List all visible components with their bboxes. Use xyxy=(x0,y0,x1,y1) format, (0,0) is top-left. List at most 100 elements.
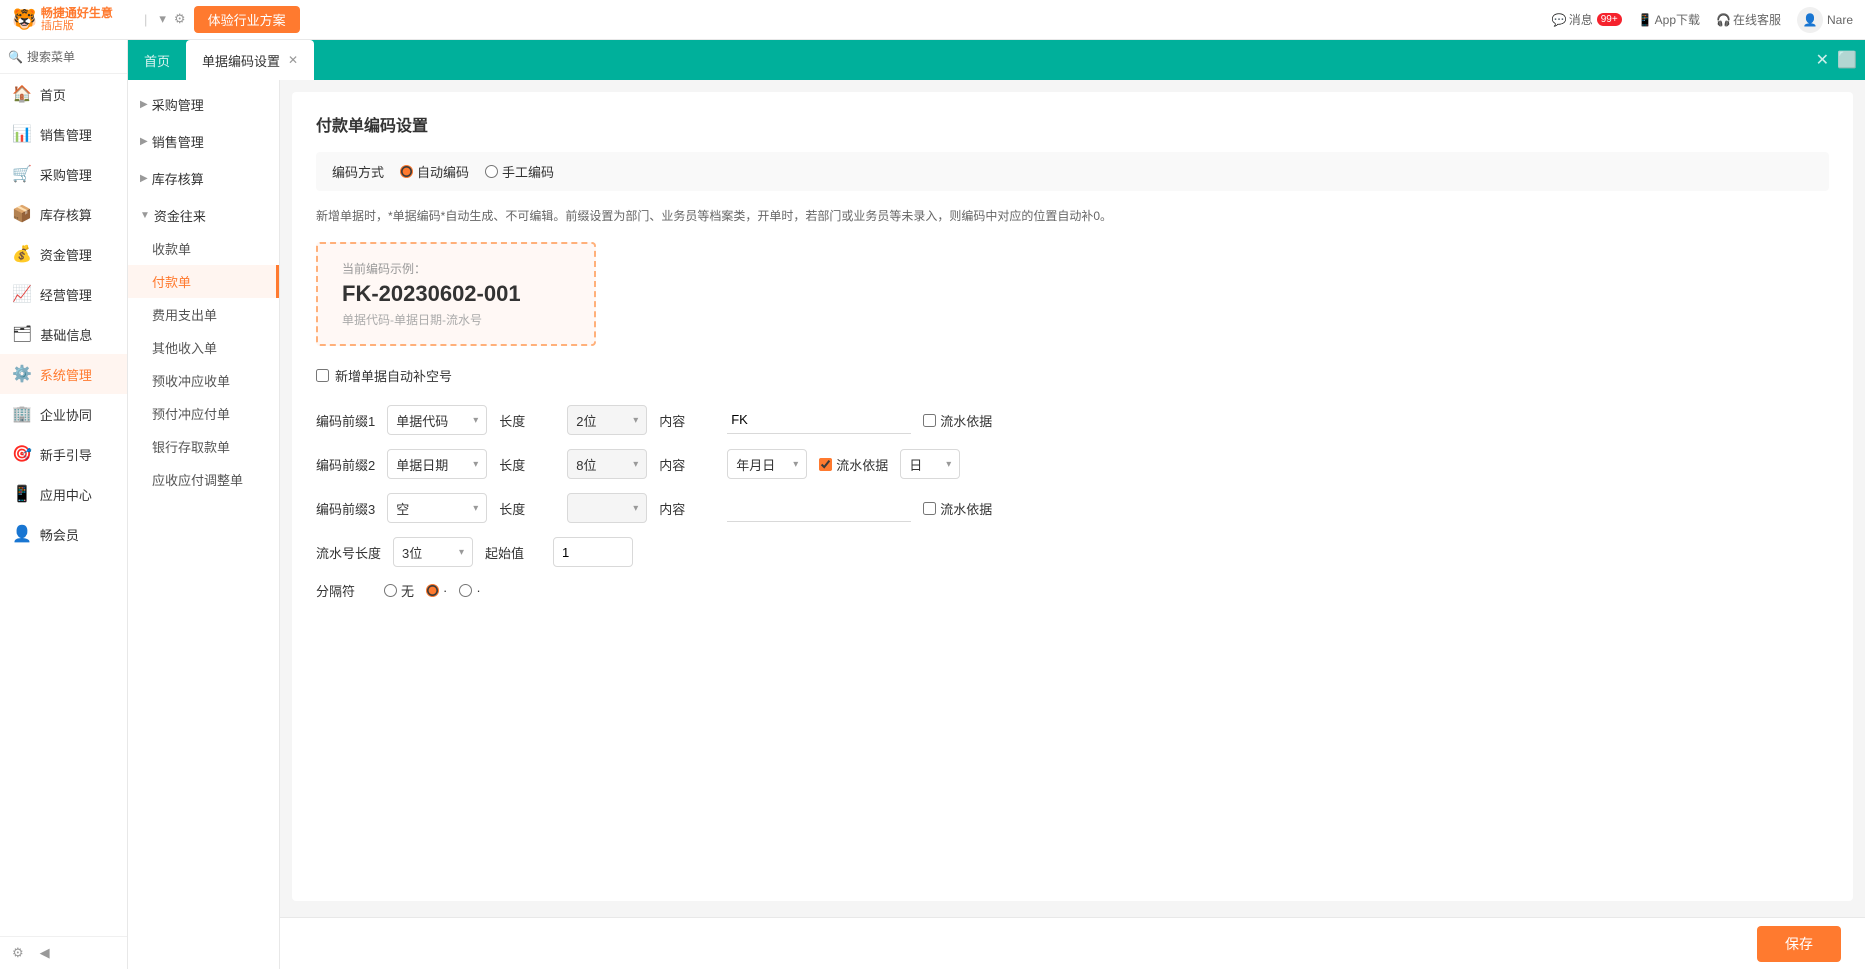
collapse-icon[interactable]: ◀ xyxy=(40,945,50,961)
prefix2-arrow-icon: ▾ xyxy=(473,459,478,470)
preview-label: 当前编码示例： xyxy=(342,260,570,277)
message-area[interactable]: 💬 消息 99+ xyxy=(1552,11,1622,28)
waterfall1-item[interactable]: 流水依据 xyxy=(923,411,992,430)
length2-select[interactable]: 8位 ▾ xyxy=(567,449,647,479)
save-button[interactable]: 保存 xyxy=(1757,926,1841,962)
content1-input[interactable] xyxy=(727,406,911,434)
sep-none-option[interactable]: 无 xyxy=(384,581,414,600)
separator-row: 分隔符 无 · · xyxy=(316,581,1829,600)
sidebar-item-guide[interactable]: 🎯 新手引导 xyxy=(0,434,127,474)
length1-label: 长度 xyxy=(499,411,555,430)
dropdown-arrow[interactable]: ▾ xyxy=(159,11,166,27)
settings-icon[interactable]: ⚙ xyxy=(174,11,186,27)
length3-arrow-icon: ▾ xyxy=(633,503,638,514)
sub-group-inventory-title[interactable]: ▶ 库存核算 xyxy=(128,162,279,195)
coding-method-label: 编码方式 xyxy=(332,162,384,181)
sub-group-capital-title[interactable]: ▼ 资金往来 xyxy=(128,199,279,232)
minimize-icon[interactable]: ✕ xyxy=(1816,50,1829,70)
separator-label: 分隔符 xyxy=(316,581,372,600)
manual-code-option[interactable]: 手工编码 xyxy=(485,162,554,181)
waterfall3-checkbox[interactable] xyxy=(923,502,936,515)
waterfall3-item[interactable]: 流水依据 xyxy=(923,499,992,518)
content2-select[interactable]: 年月日 ▾ xyxy=(727,449,807,479)
coding-method-row: 编码方式 自动编码 手工编码 xyxy=(316,152,1829,191)
sidebar-item-basic[interactable]: 🗂 基础信息 xyxy=(0,314,127,354)
sub-group-sales-title[interactable]: ▶ 销售管理 xyxy=(128,125,279,158)
content3-input[interactable] xyxy=(727,494,911,522)
sub-item-prepay-payable[interactable]: 预付冲应付单 xyxy=(128,397,279,430)
sub-item-bank-deposit[interactable]: 银行存取款单 xyxy=(128,430,279,463)
headset-icon: 🎧 xyxy=(1716,13,1731,27)
auto-fill-checkbox[interactable] xyxy=(316,369,329,382)
sidebar-item-company[interactable]: 🏢 企业协同 xyxy=(0,394,127,434)
sidebar-item-operation[interactable]: 📈 经营管理 xyxy=(0,274,127,314)
nav-tabs: 首页 单据编码设置 ✕ ✕ ⬜ xyxy=(128,40,1865,80)
message-icon: 💬 xyxy=(1552,13,1567,27)
sub-group-capital: ▼ 资金往来 收款单 付款单 费用支出单 其他收入单 预收冲应收单 预付冲应付单… xyxy=(128,199,279,496)
settings-bottom-icon[interactable]: ⚙ xyxy=(12,945,24,961)
online-service[interactable]: 🎧 在线客服 xyxy=(1716,11,1781,28)
home-icon: 🏠 xyxy=(12,84,32,104)
sidebar-item-member[interactable]: 👤 畅会员 xyxy=(0,514,127,554)
content3-label: 内容 xyxy=(659,499,715,518)
waterfall2-checkbox[interactable] xyxy=(819,458,832,471)
start-value-input[interactable] xyxy=(553,537,633,567)
sub-item-other-income[interactable]: 其他收入单 xyxy=(128,331,279,364)
period-arrow-icon: ▾ xyxy=(946,459,951,470)
auto-code-option[interactable]: 自动编码 xyxy=(400,162,469,181)
serial-length-select[interactable]: 3位 ▾ xyxy=(393,537,473,567)
username: Nare xyxy=(1827,13,1853,27)
sep-dot-option[interactable]: · xyxy=(459,583,480,598)
manual-code-radio[interactable] xyxy=(485,165,498,178)
logo-text: 畅捷通好生意 插店版 xyxy=(41,6,113,34)
code-preview-box: 当前编码示例： FK-20230602-001 单据代码-单据日期-流水号 xyxy=(316,242,596,346)
auto-code-radio[interactable] xyxy=(400,165,413,178)
info-text: 新增单据时，*单据编码*自动生成、不可编辑。前缀设置为部门、业务员等档案类，开单… xyxy=(316,207,1829,226)
length1-arrow-icon: ▾ xyxy=(633,415,638,426)
length3-select[interactable]: ▾ xyxy=(567,493,647,523)
sub-item-receipt[interactable]: 收款单 xyxy=(128,232,279,265)
search-icon: 🔍 xyxy=(8,50,23,64)
prefix2-select[interactable]: 单据日期 ▾ xyxy=(387,449,487,479)
prefix1-select[interactable]: 单据代码 ▾ xyxy=(387,405,487,435)
inventory-icon: 📦 xyxy=(12,204,32,224)
length2-label: 长度 xyxy=(499,455,555,474)
sep-dash-option[interactable]: · xyxy=(426,583,447,598)
sidebar-item-home[interactable]: 🏠 首页 xyxy=(0,74,127,114)
prefix2-label: 编码前缀2 xyxy=(316,455,375,474)
sub-item-payment[interactable]: 付款单 xyxy=(128,265,279,298)
sidebar-item-sales[interactable]: 📊 销售管理 xyxy=(0,114,127,154)
tab-code-setting[interactable]: 单据编码设置 ✕ xyxy=(186,40,314,80)
basic-icon: 🗂 xyxy=(12,324,32,344)
sidebar-item-apps[interactable]: 📱 应用中心 xyxy=(0,474,127,514)
app-download[interactable]: 📱 App下载 xyxy=(1638,11,1700,28)
sub-item-expense[interactable]: 费用支出单 xyxy=(128,298,279,331)
auto-fill-label: 新增单据自动补空号 xyxy=(335,366,452,385)
sub-group-sales: ▶ 销售管理 xyxy=(128,125,279,158)
waterfall2-period-select[interactable]: 日 ▾ xyxy=(900,449,960,479)
search-menu[interactable]: 🔍 搜索菜单 xyxy=(0,40,127,74)
sep-none-radio[interactable] xyxy=(384,584,397,597)
sidebar-item-system[interactable]: ⚙️ 系统管理 xyxy=(0,354,127,394)
sub-item-prepay-receivable[interactable]: 预收冲应收单 xyxy=(128,364,279,397)
sep-dash-radio[interactable] xyxy=(426,584,439,597)
sub-item-receivable-adjust[interactable]: 应收应付调整单 xyxy=(128,463,279,496)
user-area[interactable]: 👤 Nare xyxy=(1797,7,1853,33)
sub-group-purchase-title[interactable]: ▶ 采购管理 xyxy=(128,88,279,121)
content2-label: 内容 xyxy=(659,455,715,474)
sidebar-item-finance[interactable]: 💰 资金管理 xyxy=(0,234,127,274)
sub-group-purchase: ▶ 采购管理 xyxy=(128,88,279,121)
length1-select[interactable]: 2位 ▾ xyxy=(567,405,647,435)
sep-dot-radio[interactable] xyxy=(459,584,472,597)
trial-btn[interactable]: 体验行业方案 xyxy=(194,6,300,33)
tab-home[interactable]: 首页 xyxy=(128,40,186,80)
waterfall2-item[interactable]: 流水依据 xyxy=(819,455,888,474)
logo-icon: 🐯 xyxy=(12,7,37,32)
maximize-icon[interactable]: ⬜ xyxy=(1837,50,1857,70)
sidebar-item-inventory[interactable]: 📦 库存核算 xyxy=(0,194,127,234)
sidebar-item-purchase[interactable]: 🛒 采购管理 xyxy=(0,154,127,194)
waterfall1-checkbox[interactable] xyxy=(923,414,936,427)
operation-icon: 📈 xyxy=(12,284,32,304)
tab-close-icon[interactable]: ✕ xyxy=(288,53,298,67)
prefix3-select[interactable]: 空 ▾ xyxy=(387,493,487,523)
